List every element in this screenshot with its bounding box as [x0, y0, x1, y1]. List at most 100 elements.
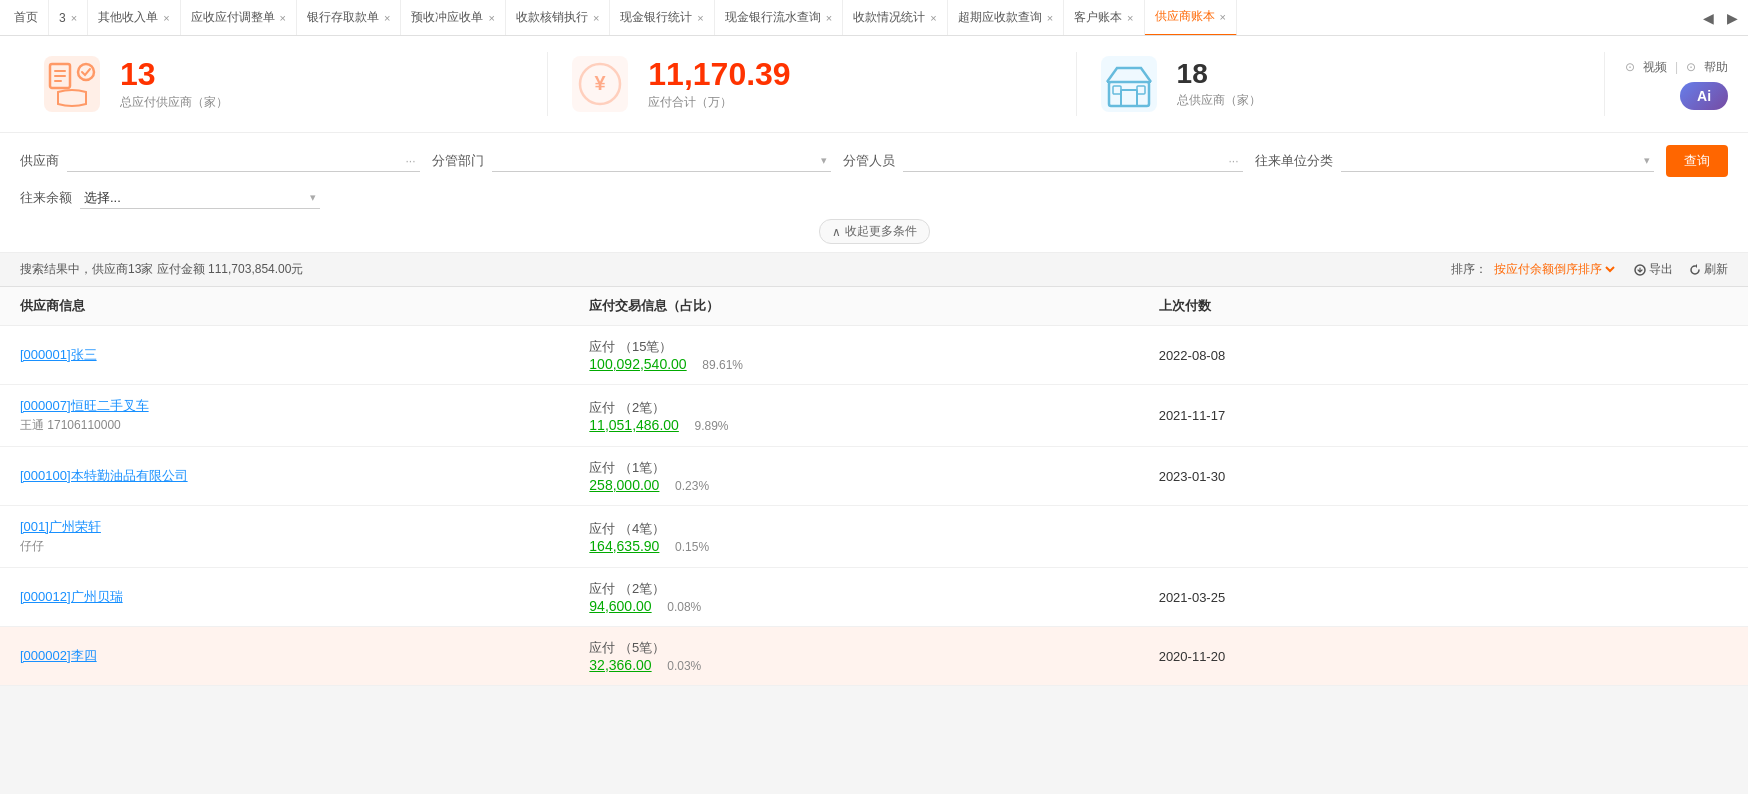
nav-tab-ar-adjust[interactable]: 应收应付调整单 × — [181, 0, 297, 36]
person-input-wrap: ··· — [903, 150, 1243, 172]
nav-tab-prepay[interactable]: 预收冲应收单 × — [401, 0, 505, 36]
chevron-up-icon: ∧ — [832, 225, 841, 239]
payable-cell: 应付 （2笔） 11,051,486.00 9.89% — [589, 399, 1158, 433]
payable-cell: 应付 （5笔） 32,366.00 0.03% — [589, 639, 1158, 673]
payable-percent: 0.23% — [675, 479, 709, 493]
col-supplier-info: 供应商信息 — [20, 297, 589, 315]
payable-amount[interactable]: 164,635.90 — [589, 538, 659, 554]
collapse-button[interactable]: ∧ 收起更多条件 — [819, 219, 930, 244]
supplier-link[interactable]: [000100]本特勤油品有限公司 — [20, 468, 188, 483]
payable-amount[interactable]: 100,092,540.00 — [589, 356, 686, 372]
person-label: 分管人员 — [843, 152, 895, 170]
payable-suppliers-number: 13 — [120, 58, 228, 90]
close-icon[interactable]: × — [593, 12, 599, 24]
nav-tab-home[interactable]: 首页 — [4, 0, 49, 36]
help-link[interactable]: 帮助 — [1704, 59, 1728, 76]
nav-tab-bank[interactable]: 银行存取款单 × — [297, 0, 401, 36]
nav-tab-supplier-ledger[interactable]: 供应商账本 × — [1145, 0, 1237, 36]
payable-amount[interactable]: 11,051,486.00 — [589, 417, 679, 433]
payable-suppliers-label: 总应付供应商（家） — [120, 94, 228, 111]
nav-tab-overdue[interactable]: 超期应收款查询 × — [948, 0, 1064, 36]
supplier-cell: [001]广州荣轩 仔仔 — [20, 518, 589, 555]
supplier-cell: [000012]广州贝瑞 — [20, 588, 589, 606]
nav-prev-button[interactable]: ◀ — [1696, 0, 1720, 36]
balance-select[interactable]: 选择... — [80, 187, 320, 208]
close-icon[interactable]: × — [280, 12, 286, 24]
export-button[interactable]: 导出 — [1634, 261, 1673, 278]
supplier-field: 供应商 ··· — [20, 150, 420, 172]
collapse-bar: ∧ 收起更多条件 — [20, 219, 1728, 244]
payable-total-label: 应付合计（万） — [648, 94, 790, 111]
category-field: 往来单位分类 ▾ — [1255, 150, 1655, 172]
close-icon[interactable]: × — [1047, 12, 1053, 24]
payable-amount[interactable]: 32,366.00 — [589, 657, 651, 673]
close-icon[interactable]: × — [488, 12, 494, 24]
total-suppliers-label: 总供应商（家） — [1177, 92, 1261, 109]
supplier-input-wrap: ··· — [67, 150, 420, 172]
nav-tab-other-income[interactable]: 其他收入单 × — [88, 0, 180, 36]
supplier-sub: 王通 17106110000 — [20, 417, 589, 434]
payable-amount[interactable]: 94,600.00 — [589, 598, 651, 614]
nav-tab-customer-ledger[interactable]: 客户账本 × — [1064, 0, 1144, 36]
dept-label: 分管部门 — [432, 152, 484, 170]
close-icon[interactable]: × — [697, 12, 703, 24]
video-link[interactable]: 视频 — [1643, 59, 1667, 76]
last-pay-cell: 2020-11-20 — [1159, 649, 1728, 664]
supplier-input[interactable] — [67, 150, 420, 171]
close-icon[interactable]: × — [1127, 12, 1133, 24]
supplier-link[interactable]: [000007]恒旺二手叉车 — [20, 398, 149, 413]
close-icon[interactable]: × — [384, 12, 390, 24]
payable-count: 应付 （4笔） — [589, 520, 1158, 538]
nav-tab-cash-flow[interactable]: 现金银行流水查询 × — [715, 0, 843, 36]
sort-select[interactable]: 按应付余额倒序排序 按应付余额升序排序 按最新付款日期排序 — [1490, 261, 1618, 277]
refresh-button[interactable]: 刷新 — [1689, 261, 1728, 278]
dept-select-wrap: ▾ — [492, 150, 832, 172]
supplier-link[interactable]: [001]广州荣轩 — [20, 519, 101, 534]
ai-badge[interactable]: Ai — [1680, 82, 1728, 110]
supplier-link[interactable]: [000001]张三 — [20, 347, 97, 362]
top-navigation: 首页 3 × 其他收入单 × 应收应付调整单 × 银行存取款单 × 预收冲应收单… — [0, 0, 1748, 36]
svg-text:¥: ¥ — [595, 72, 607, 94]
result-bar: 搜索结果中，供应商13家 应付金额 111,703,854.00元 排序： 按应… — [0, 253, 1748, 287]
nav-tab-cash-stat[interactable]: 现金银行统计 × — [610, 0, 714, 36]
payable-suppliers-icon — [40, 52, 104, 116]
sort-label: 排序： 按应付余额倒序排序 按应付余额升序排序 按最新付款日期排序 — [1451, 261, 1618, 278]
result-summary: 搜索结果中，供应商13家 应付金额 111,703,854.00元 — [20, 261, 303, 278]
person-input[interactable] — [903, 150, 1243, 171]
table-row: [001]广州荣轩 仔仔 应付 （4笔） 164,635.90 0.15% — [0, 506, 1748, 568]
balance-field: 往来余额 选择... ▾ — [20, 187, 320, 209]
close-icon[interactable]: × — [826, 12, 832, 24]
close-icon[interactable]: × — [163, 12, 169, 24]
table-row: [000007]恒旺二手叉车 王通 17106110000 应付 （2笔） 11… — [0, 385, 1748, 447]
svg-rect-3 — [54, 75, 66, 77]
stats-header: 13 总应付供应商（家） ¥ 11,170.39 应付合计（万） — [0, 36, 1748, 133]
payable-count: 应付 （5笔） — [589, 639, 1158, 657]
dept-select[interactable] — [492, 150, 832, 171]
supplier-cell: [000002]李四 — [20, 647, 589, 665]
nav-tab-3[interactable]: 3 × — [49, 0, 88, 36]
person-field: 分管人员 ··· — [843, 150, 1243, 172]
supplier-link[interactable]: [000002]李四 — [20, 648, 97, 663]
payable-amount[interactable]: 258,000.00 — [589, 477, 659, 493]
category-select[interactable] — [1341, 150, 1655, 171]
person-dots-icon[interactable]: ··· — [1228, 154, 1238, 168]
payable-cell: 应付 （2笔） 94,600.00 0.08% — [589, 580, 1158, 614]
nav-tab-collection[interactable]: 收款核销执行 × — [506, 0, 610, 36]
close-icon[interactable]: × — [71, 12, 77, 24]
header-actions: ⊙ 视频 | ⊙ 帮助 Ai — [1605, 59, 1728, 110]
supplier-cell: [000100]本特勤油品有限公司 — [20, 467, 589, 485]
supplier-dots-icon[interactable]: ··· — [405, 154, 415, 168]
supplier-cell: [000001]张三 — [20, 346, 589, 364]
nav-next-button[interactable]: ▶ — [1720, 0, 1744, 36]
table-row: [000012]广州贝瑞 应付 （2笔） 94,600.00 0.08% 202… — [0, 568, 1748, 627]
close-icon[interactable]: × — [930, 12, 936, 24]
close-icon[interactable]: × — [1220, 11, 1226, 23]
stat-block-payable-total: ¥ 11,170.39 应付合计（万） — [548, 52, 1076, 116]
payable-count: 应付 （15笔） — [589, 338, 1158, 356]
payable-percent: 0.15% — [675, 540, 709, 554]
supplier-link[interactable]: [000012]广州贝瑞 — [20, 589, 123, 604]
total-suppliers-icon — [1097, 52, 1161, 116]
nav-tab-collection-stat[interactable]: 收款情况统计 × — [843, 0, 947, 36]
chevron-down-icon: ▾ — [1644, 154, 1650, 167]
query-button[interactable]: 查询 — [1666, 145, 1728, 177]
